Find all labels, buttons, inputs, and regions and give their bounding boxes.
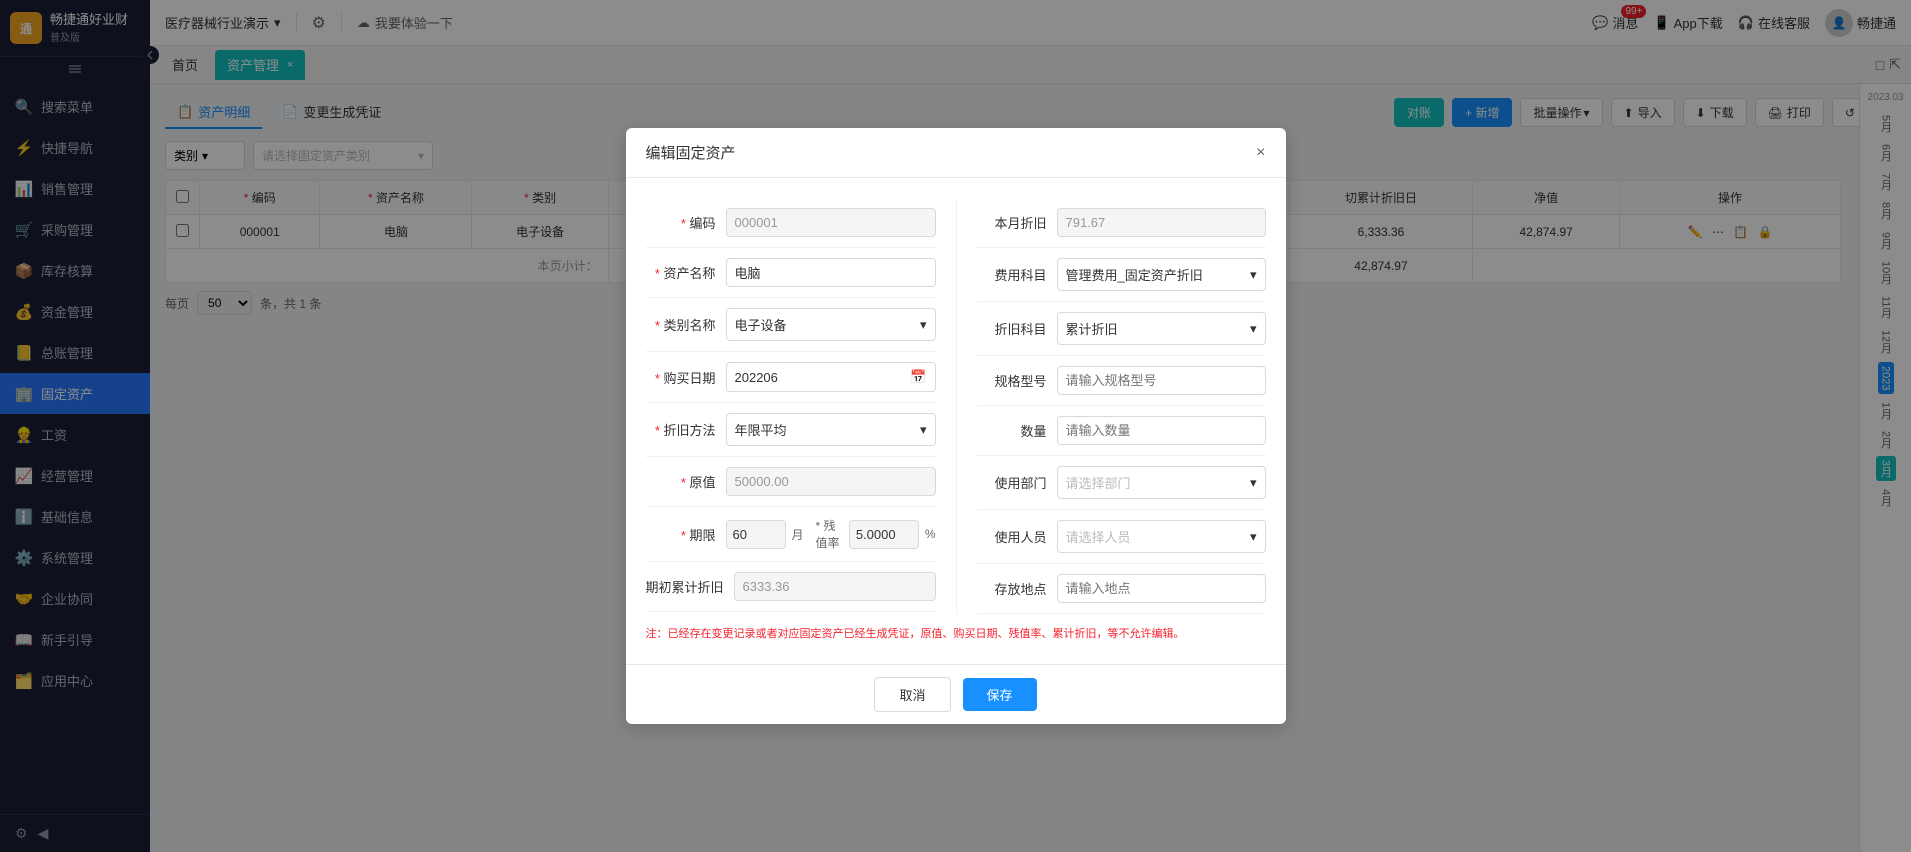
accumdepr-input[interactable] [734, 572, 936, 601]
form-row-department: 使用部门 请选择部门 ▾ [977, 456, 1266, 510]
form-row-accumdepr: 期初累计折旧 [646, 562, 936, 612]
form-left: 编码 资产名称 类别名称 电子设备 ▾ [646, 198, 956, 614]
expenseaccount-chevron: ▾ [1250, 267, 1257, 283]
modal-close-btn[interactable]: × [1256, 144, 1265, 162]
quantity-label: 数量 [977, 421, 1057, 440]
period-group: 月 * 残值率 % [726, 517, 936, 551]
form-row-location: 存放地点 [977, 564, 1266, 614]
form-row-origvalue: 原值 [646, 457, 936, 507]
department-placeholder: 请选择部门 [1066, 473, 1131, 492]
deprmethod-chevron-icon: ▾ [920, 422, 927, 438]
spec-input[interactable] [1057, 366, 1266, 395]
form-row-monthlydepr: 本月折旧 [977, 198, 1266, 248]
form-row-deprmethod: 折旧方法 年限平均 ▾ [646, 403, 936, 457]
accumdepr-label: 期初累计折旧 [646, 577, 734, 596]
monthlydepr-input[interactable] [1057, 208, 1266, 237]
expenseaccount-label: 费用科目 [977, 265, 1057, 284]
location-label: 存放地点 [977, 579, 1057, 598]
residual-unit: % [925, 527, 936, 541]
department-label: 使用部门 [977, 473, 1057, 492]
form-row-assetname: 资产名称 [646, 248, 936, 298]
location-input[interactable] [1057, 574, 1266, 603]
origvalue-input[interactable] [726, 467, 936, 496]
category-value: 电子设备 [735, 315, 787, 334]
assetname-label: 资产名称 [646, 263, 726, 282]
purchasedate-input[interactable]: 202206 📅 [726, 362, 936, 392]
period-label: 期限 [646, 525, 726, 544]
category-chevron-icon: ▾ [920, 317, 927, 333]
residual-input[interactable] [849, 520, 919, 549]
period-unit: 月 [792, 526, 804, 543]
modal-body: 编码 资产名称 类别名称 电子设备 ▾ [626, 178, 1286, 664]
deprmethod-value: 年限平均 [735, 420, 787, 439]
form-row-period: 期限 月 * 残值率 % [646, 507, 936, 562]
form-row-category: 类别名称 电子设备 ▾ [646, 298, 936, 352]
modal-title: 编辑固定资产 [646, 142, 736, 163]
purchasedate-label: 购买日期 [646, 368, 726, 387]
department-select[interactable]: 请选择部门 ▾ [1057, 466, 1266, 499]
user-placeholder: 请选择人员 [1066, 527, 1131, 546]
user-label: 使用人员 [977, 527, 1057, 546]
code-input[interactable] [726, 208, 936, 237]
form-row-quantity: 数量 [977, 406, 1266, 456]
modal-header: 编辑固定资产 × [626, 128, 1286, 178]
depraccount-label: 折旧科目 [977, 319, 1057, 338]
save-btn[interactable]: 保存 [963, 678, 1037, 711]
form-grid: 编码 资产名称 类别名称 电子设备 ▾ [646, 198, 1266, 614]
modal-note: 注：已经存在变更记录或者对应固定资产已经生成凭证，原值、购买日期、残值率、累计折… [646, 626, 1266, 644]
quantity-input[interactable] [1057, 416, 1266, 445]
form-right: 本月折旧 费用科目 管理费用_固定资产折旧 ▾ 折旧科目 [956, 198, 1266, 614]
form-row-purchasedate: 购买日期 202206 📅 [646, 352, 936, 403]
cancel-btn[interactable]: 取消 [874, 677, 950, 712]
user-select[interactable]: 请选择人员 ▾ [1057, 520, 1266, 553]
residual-label: * 残值率 [816, 517, 843, 551]
department-chevron: ▾ [1250, 475, 1257, 491]
calendar-icon: 📅 [910, 369, 926, 385]
depraccount-value: 累计折旧 [1066, 319, 1118, 338]
modal-overlay: 编辑固定资产 × 编码 资产名称 [0, 0, 1911, 852]
monthlydepr-label: 本月折旧 [977, 213, 1057, 232]
form-row-expenseaccount: 费用科目 管理费用_固定资产折旧 ▾ [977, 248, 1266, 302]
origvalue-label: 原值 [646, 472, 726, 491]
purchasedate-value: 202206 [735, 370, 778, 385]
deprmethod-label: 折旧方法 [646, 420, 726, 439]
depraccount-chevron: ▾ [1250, 321, 1257, 337]
user-chevron: ▾ [1250, 529, 1257, 545]
expenseaccount-value: 管理费用_固定资产折旧 [1066, 265, 1203, 284]
category-label: 类别名称 [646, 315, 726, 334]
spec-label: 规格型号 [977, 371, 1057, 390]
category-select[interactable]: 电子设备 ▾ [726, 308, 936, 341]
assetname-input[interactable] [726, 258, 936, 287]
depraccount-select[interactable]: 累计折旧 ▾ [1057, 312, 1266, 345]
code-label: 编码 [646, 213, 726, 232]
expenseaccount-select[interactable]: 管理费用_固定资产折旧 ▾ [1057, 258, 1266, 291]
modal-footer: 取消 保存 [626, 664, 1286, 724]
form-row-spec: 规格型号 [977, 356, 1266, 406]
form-row-depraccount: 折旧科目 累计折旧 ▾ [977, 302, 1266, 356]
period-input[interactable] [726, 520, 786, 549]
deprmethod-select[interactable]: 年限平均 ▾ [726, 413, 936, 446]
form-row-user: 使用人员 请选择人员 ▾ [977, 510, 1266, 564]
edit-asset-modal: 编辑固定资产 × 编码 资产名称 [626, 128, 1286, 724]
form-row-code: 编码 [646, 198, 936, 248]
